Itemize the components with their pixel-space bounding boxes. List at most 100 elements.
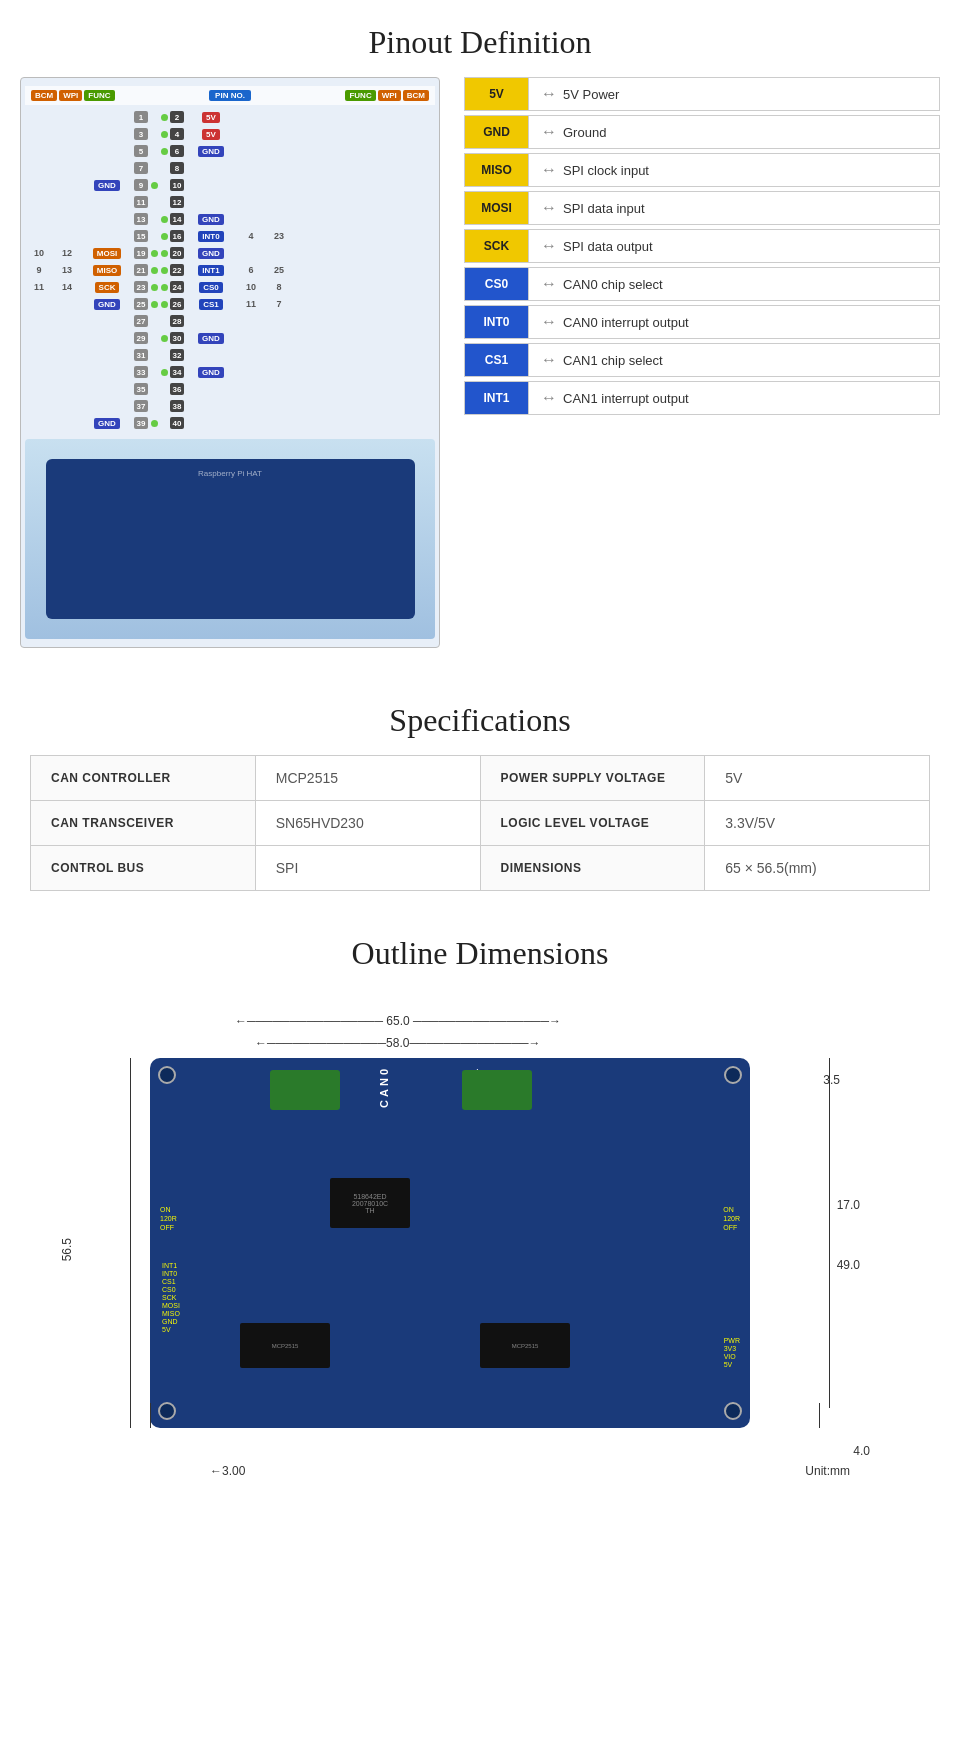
spec-key-1: CAN CONTROLLER — [31, 756, 256, 801]
dim-bl-line — [150, 1403, 151, 1428]
spec-row: CAN CONTROLLER MCP2515 POWER SUPPLY VOLT… — [31, 756, 930, 801]
header-badges: BCM WPI FUNC PIN NO. FUNC WPI BCM — [25, 86, 435, 105]
header-left: BCM WPI FUNC — [31, 90, 115, 101]
board-diagram: BCM WPI FUNC PIN NO. FUNC WPI BCM — [20, 77, 440, 648]
dim-565-label: 56.5 — [60, 1238, 74, 1261]
pin-row: 13 14 GND — [25, 211, 435, 227]
corner-hole-br — [724, 1402, 742, 1420]
spec-row: CONTROL BUS SPI DIMENSIONS 65 × 56.5(mm) — [31, 846, 930, 891]
corner-hole-bl — [158, 1402, 176, 1420]
terminal-can1 — [462, 1070, 532, 1110]
badge-wpi-right: WPI — [378, 90, 401, 101]
pinout-title: Pinout Definition — [0, 0, 960, 77]
spec-row: CAN TRANSCEIVER SN65HVD230 LOGIC LEVEL V… — [31, 801, 930, 846]
can0-label: CAN0 — [378, 1066, 390, 1108]
pin-row: 11 12 — [25, 194, 435, 210]
legend-item-5v: 5V ↔ 5V Power — [464, 77, 940, 111]
li-arrow-icon: ↔ — [541, 85, 557, 103]
li-arrow-icon: ↔ — [541, 351, 557, 369]
pinout-legend: 5V ↔ 5V Power GND ↔ Ground MISO ↔ SPI cl… — [464, 77, 940, 419]
li-label: CS0 — [465, 268, 529, 300]
legend-item-int1: INT1 ↔ CAN1 interrupt output — [464, 381, 940, 415]
pcb-label: Raspberry Pi HAT — [198, 469, 262, 478]
li-label: INT0 — [465, 306, 529, 338]
pin-row: 1 2 5V — [25, 109, 435, 125]
pin-row: 33 34 GND — [25, 364, 435, 380]
dim-300-label: ←3.00 — [210, 1464, 245, 1478]
spec-key-2: DIMENSIONS — [480, 846, 705, 891]
dim-17-label: 17.0 — [837, 1198, 860, 1212]
pin-row: 5 6 GND — [25, 143, 435, 159]
li-arrow-icon: ↔ — [541, 199, 557, 217]
outline-board: CAN0 CAN1 518642ED20078010CTH MCP2515 MC… — [150, 1058, 750, 1428]
left-pin-labels: INT1 INT0 CS1 CS0 SCK MOSI MISO GND 5V — [162, 1262, 180, 1333]
spec-val-2: 5V — [705, 756, 930, 801]
right-power-labels: PWR 3V3 VIO 5V — [724, 1337, 740, 1368]
li-desc: ↔ 5V Power — [529, 78, 631, 110]
right-labels: ON 120R OFF — [723, 1206, 740, 1231]
left-labels: ON 120R OFF — [160, 1206, 177, 1231]
badge-bcm-right: BCM — [403, 90, 429, 101]
badge-wpi-left: WPI — [59, 90, 82, 101]
specs-section: CAN CONTROLLER MCP2515 POWER SUPPLY VOLT… — [0, 755, 960, 911]
outline-diagram: ←──────────────── 65.0 ────────────────→… — [50, 998, 910, 1488]
li-label: CS1 — [465, 344, 529, 376]
pinout-section: BCM WPI FUNC PIN NO. FUNC WPI BCM — [0, 77, 960, 678]
li-label: SCK — [465, 230, 529, 262]
mcp2515-2: MCP2515 — [480, 1323, 570, 1368]
li-arrow-icon: ↔ — [541, 161, 557, 179]
mcp2-label: MCP2515 — [512, 1343, 539, 1349]
dim-35-label: 3.5 — [823, 1073, 840, 1087]
spec-key-1: CAN TRANSCEIVER — [31, 801, 256, 846]
spec-key-1: CONTROL BUS — [31, 846, 256, 891]
dim-v-line-r — [829, 1078, 830, 1408]
pin-row: 10 12 MOSI 19 20 GND — [25, 245, 435, 261]
li-arrow-icon: ↔ — [541, 389, 557, 407]
li-desc: ↔ CAN0 interrupt output — [529, 306, 701, 338]
pin-row: 7 8 — [25, 160, 435, 176]
legend-item-miso: MISO ↔ SPI clock input — [464, 153, 940, 187]
li-desc: ↔ SPI data input — [529, 192, 657, 224]
spec-val-2: 3.3V/5V — [705, 801, 930, 846]
legend-item-sck: SCK ↔ SPI data output — [464, 229, 940, 263]
dim-v-line-l — [130, 1058, 131, 1428]
specs-title: Specifications — [0, 678, 960, 755]
li-arrow-icon: ↔ — [541, 275, 557, 293]
dim-58-label: ←──────────────58.0──────────────→ — [255, 1036, 540, 1050]
pin-row: 9 13 MISO 21 22 INT1 6 25 — [25, 262, 435, 278]
legend-item-mosi: MOSI ↔ SPI data input — [464, 191, 940, 225]
li-desc: ↔ SPI clock input — [529, 154, 661, 186]
badge-bcm-left: BCM — [31, 90, 57, 101]
badge-func-right: FUNC — [345, 90, 375, 101]
mcp2515-1: MCP2515 — [240, 1323, 330, 1368]
li-desc: ↔ CAN0 chip select — [529, 268, 675, 300]
li-label: MOSI — [465, 192, 529, 224]
board-pcb-image: Raspberry Pi HAT — [25, 439, 435, 639]
li-desc: ↔ SPI data output — [529, 230, 665, 262]
dims-section: ←──────────────── 65.0 ────────────────→… — [0, 998, 960, 1528]
legend-item-cs1: CS1 ↔ CAN1 chip select — [464, 343, 940, 377]
header-right: FUNC WPI BCM — [345, 90, 429, 101]
pinout-content: BCM WPI FUNC PIN NO. FUNC WPI BCM — [20, 77, 940, 648]
badge-pinno-label: PIN NO. — [209, 90, 251, 101]
pin-rows: 1 2 5V 3 4 5V 5 6 GND 7 — [25, 109, 435, 431]
li-arrow-icon: ↔ — [541, 313, 557, 331]
mcp1-label: MCP2515 — [272, 1343, 299, 1349]
specs-table: CAN CONTROLLER MCP2515 POWER SUPPLY VOLT… — [30, 755, 930, 891]
pin-row: GND 25 26 CS1 11 7 — [25, 296, 435, 312]
ic-chip-1: 518642ED20078010CTH — [330, 1178, 410, 1228]
pin-row: GND 39 40 — [25, 415, 435, 431]
pin-row: 3 4 5V — [25, 126, 435, 142]
legend-item-gnd: GND ↔ Ground — [464, 115, 940, 149]
pin-diagram: BCM WPI FUNC PIN NO. FUNC WPI BCM — [21, 78, 439, 647]
pin-row: 31 32 — [25, 347, 435, 363]
pin-row: 29 30 GND — [25, 330, 435, 346]
pcb-board: Raspberry Pi HAT — [46, 459, 415, 619]
spec-key-2: LOGIC LEVEL VOLTAGE — [480, 801, 705, 846]
li-arrow-icon: ↔ — [541, 123, 557, 141]
pin-row: 15 16 INT0 4 23 — [25, 228, 435, 244]
badge-func-left: FUNC — [84, 90, 114, 101]
dim-40-label: 4.0 — [853, 1444, 870, 1458]
li-label: INT1 — [465, 382, 529, 414]
pin-row: 37 38 — [25, 398, 435, 414]
